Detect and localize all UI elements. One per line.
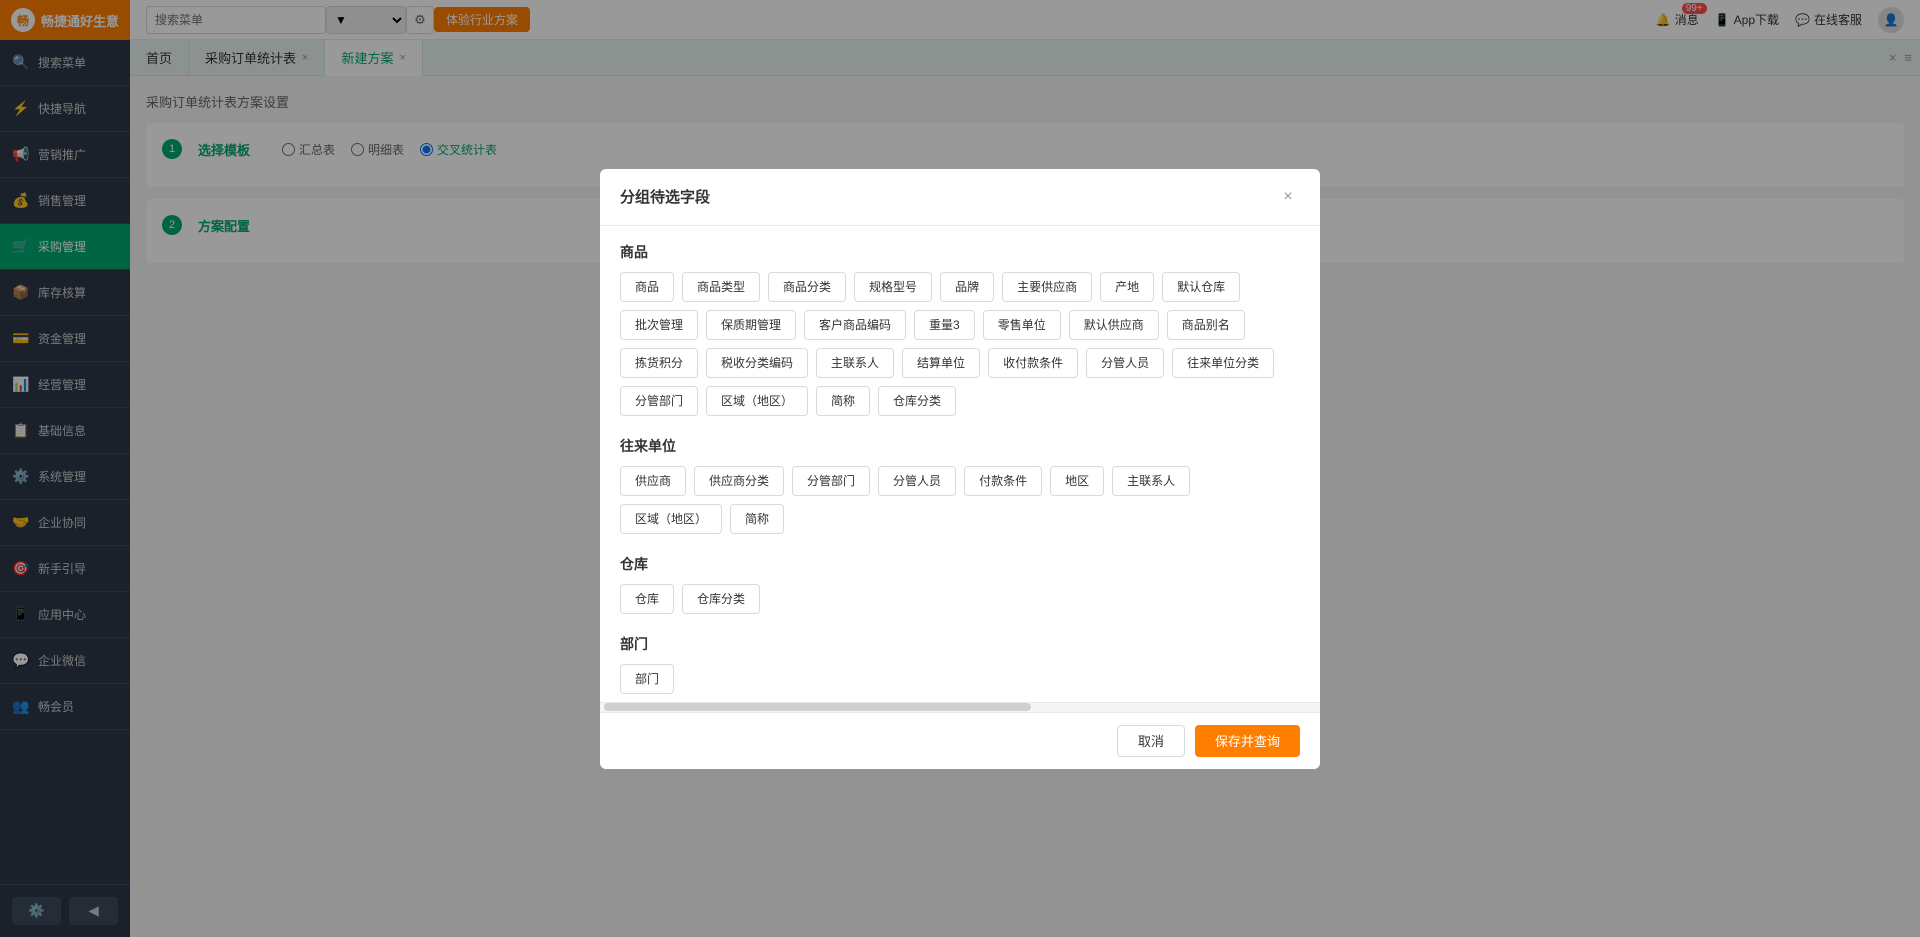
field-tag-supplier-category[interactable]: 供应商分类: [694, 466, 784, 496]
field-tag-short-name2[interactable]: 简称: [730, 504, 784, 534]
field-tag-wh-category[interactable]: 仓库分类: [682, 584, 760, 614]
field-tag-tax-code[interactable]: 税收分类编码: [706, 348, 808, 378]
field-tag-warehouse-category[interactable]: 仓库分类: [878, 386, 956, 416]
field-tags-product: 商品 商品类型 商品分类 规格型号 品牌 主要供应商 产地 默认仓库 批次管理 …: [620, 272, 1300, 416]
field-group-department-title: 部门: [620, 634, 1300, 654]
modal-footer: 取消 保存并查询: [600, 712, 1320, 769]
field-tag-region2[interactable]: 区域（地区）: [620, 504, 722, 534]
field-tag-area[interactable]: 地区: [1050, 466, 1104, 496]
field-tag-brand[interactable]: 品牌: [940, 272, 994, 302]
field-tag-short-name[interactable]: 简称: [816, 386, 870, 416]
field-tag-product-alias[interactable]: 商品别名: [1167, 310, 1245, 340]
modal-overlay: 分组待选字段 × 商品 商品 商品类型 商品分类 规格型号 品牌 主要供应商 产…: [0, 0, 1920, 937]
field-tag-default-warehouse[interactable]: 默认仓库: [1162, 272, 1240, 302]
field-group-warehouse: 仓库 仓库 仓库分类: [620, 554, 1300, 614]
field-tag-department[interactable]: 部门: [620, 664, 674, 694]
field-tag-default-supplier[interactable]: 默认供应商: [1069, 310, 1159, 340]
field-tag-customer-code[interactable]: 客户商品编码: [804, 310, 906, 340]
field-tag-unit-category[interactable]: 往来单位分类: [1172, 348, 1274, 378]
confirm-button[interactable]: 保存并查询: [1195, 725, 1300, 757]
horizontal-scrollbar[interactable]: [600, 702, 1320, 712]
field-tag-product-type[interactable]: 商品类型: [682, 272, 760, 302]
field-group-product-title: 商品: [620, 242, 1300, 262]
field-group-partner: 往来单位 供应商 供应商分类 分管部门 分管人员 付款条件 地区 主联系人 区域…: [620, 436, 1300, 534]
cancel-button[interactable]: 取消: [1117, 725, 1185, 757]
field-group-department: 部门 部门: [620, 634, 1300, 694]
modal-header: 分组待选字段 ×: [600, 169, 1320, 226]
field-tag-shelf-life[interactable]: 保质期管理: [706, 310, 796, 340]
field-tag-wh[interactable]: 仓库: [620, 584, 674, 614]
field-tag-retail-unit[interactable]: 零售单位: [983, 310, 1061, 340]
modal-title: 分组待选字段: [620, 186, 710, 207]
field-tag-manage-dept[interactable]: 分管部门: [792, 466, 870, 496]
field-group-warehouse-title: 仓库: [620, 554, 1300, 574]
field-select-modal: 分组待选字段 × 商品 商品 商品类型 商品分类 规格型号 品牌 主要供应商 产…: [600, 169, 1320, 769]
field-tags-warehouse: 仓库 仓库分类: [620, 584, 1300, 614]
field-tag-origin[interactable]: 产地: [1100, 272, 1154, 302]
field-tag-spec-type[interactable]: 规格型号: [854, 272, 932, 302]
field-tag-pickup-points[interactable]: 拣货积分: [620, 348, 698, 378]
field-tag-manager[interactable]: 分管人员: [1086, 348, 1164, 378]
field-tags-department: 部门: [620, 664, 1300, 694]
field-tag-main-contact[interactable]: 主联系人: [1112, 466, 1190, 496]
field-tag-supplier[interactable]: 供应商: [620, 466, 686, 496]
field-tag-settlement-unit[interactable]: 结算单位: [902, 348, 980, 378]
field-group-product: 商品 商品 商品类型 商品分类 规格型号 品牌 主要供应商 产地 默认仓库 批次…: [620, 242, 1300, 416]
scrollbar-thumb-x: [604, 703, 1031, 711]
modal-close-btn[interactable]: ×: [1276, 185, 1300, 209]
field-tag-pay-terms[interactable]: 付款条件: [964, 466, 1042, 496]
field-group-partner-title: 往来单位: [620, 436, 1300, 456]
field-tag-payment-terms[interactable]: 收付款条件: [988, 348, 1078, 378]
field-tag-manage-staff[interactable]: 分管人员: [878, 466, 956, 496]
field-tags-partner: 供应商 供应商分类 分管部门 分管人员 付款条件 地区 主联系人 区域（地区） …: [620, 466, 1300, 534]
field-tag-product[interactable]: 商品: [620, 272, 674, 302]
field-tag-weight3[interactable]: 重量3: [914, 310, 975, 340]
field-tag-contact[interactable]: 主联系人: [816, 348, 894, 378]
field-tag-main-supplier[interactable]: 主要供应商: [1002, 272, 1092, 302]
field-tag-region[interactable]: 区域（地区）: [706, 386, 808, 416]
field-tag-dept[interactable]: 分管部门: [620, 386, 698, 416]
modal-body[interactable]: 商品 商品 商品类型 商品分类 规格型号 品牌 主要供应商 产地 默认仓库 批次…: [600, 226, 1320, 702]
field-tag-batch-management[interactable]: 批次管理: [620, 310, 698, 340]
field-tag-product-category[interactable]: 商品分类: [768, 272, 846, 302]
